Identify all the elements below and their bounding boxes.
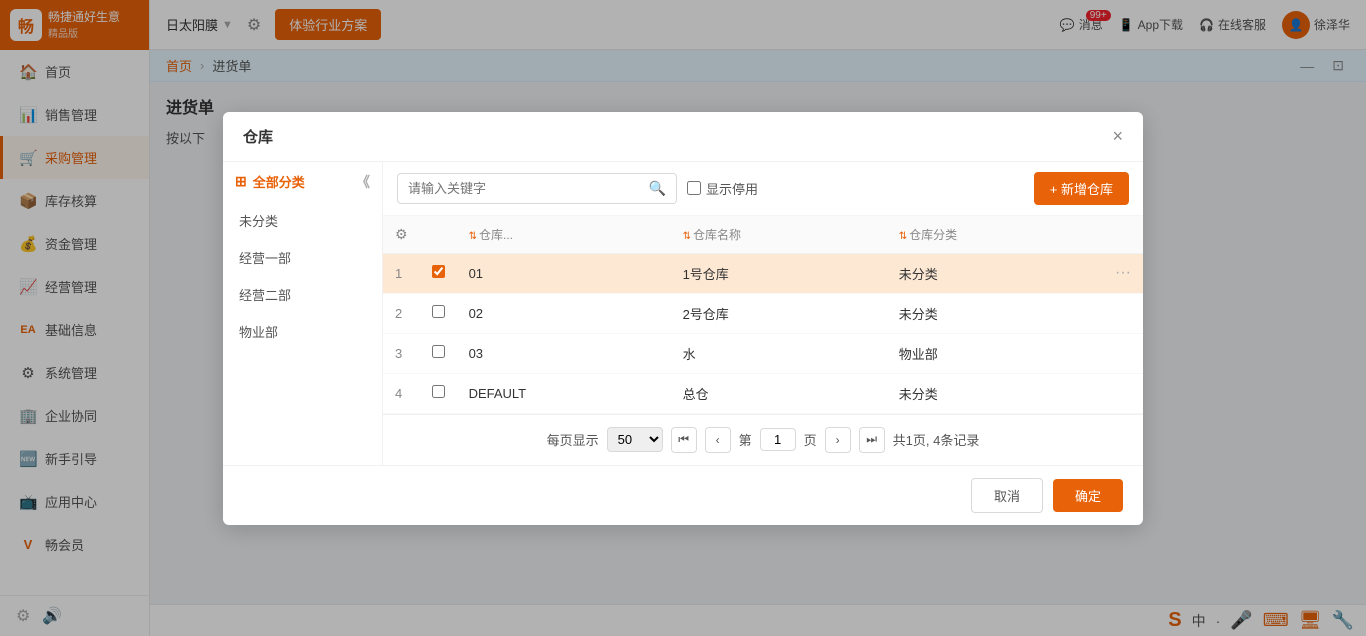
row-category: 未分类 [887,293,1103,333]
per-page-label: 每页显示 [547,430,599,449]
last-page-button[interactable]: ⏭ [859,427,885,453]
category-header-label: 全部分类 [253,172,305,191]
sort-icon-code: ⇅ [469,231,477,242]
th-category[interactable]: ⇅仓库分类 [887,216,1103,254]
row-number: 4 [383,373,420,413]
row-checkbox[interactable] [432,385,445,398]
show-disabled-checkbox[interactable] [687,181,701,195]
table-settings-icon: ⚙ [395,226,408,242]
table-body: 1 01 1号仓库 未分类 ··· 2 02 2号仓库 未分类 3 03 水 物… [383,253,1143,413]
row-code: 02 [457,293,671,333]
total-info: 共1页, 4条记录 [893,430,980,449]
row-category: 未分类 [887,373,1103,413]
modal-overlay: 仓库 × ⊞ 全部分类 《 未分类 经营一部 经营二部 物业部 [0,0,1366,636]
th-gear[interactable]: ⚙ [383,216,420,254]
row-category: 物业部 [887,333,1103,373]
table-wrap: ⚙ ⇅仓库... ⇅仓库名称 ⇅仓库分类 1 01 1号仓库 未分 [383,216,1143,414]
search-box: 🔍 [397,173,677,204]
prev-page-button[interactable]: ‹ [705,427,731,453]
table-header-row: ⚙ ⇅仓库... ⇅仓库名称 ⇅仓库分类 [383,216,1143,254]
dialog-body: ⊞ 全部分类 《 未分类 经营一部 经营二部 物业部 🔍 [223,162,1143,465]
table-row[interactable]: 4 DEFAULT 总仓 未分类 [383,373,1143,413]
category-item-dept1[interactable]: 经营一部 [223,239,382,276]
row-more[interactable]: ··· [1103,253,1143,293]
dialog-footer: 取消 确定 [223,465,1143,525]
content-toolbar: 🔍 显示停用 + 新增仓库 [383,162,1143,216]
row-checkbox-cell[interactable] [420,253,457,293]
table-row[interactable]: 3 03 水 物业部 [383,333,1143,373]
collapse-icon[interactable]: 《 [356,172,370,192]
row-more[interactable] [1103,373,1143,413]
page-label: 第 [739,430,752,449]
next-page-button[interactable]: › [825,427,851,453]
cancel-button[interactable]: 取消 [971,478,1043,513]
row-checkbox[interactable] [432,305,445,318]
dialog-title: 仓库 [243,126,273,147]
page-unit: 页 [804,430,817,449]
dialog-header: 仓库 × [223,112,1143,162]
th-actions [1103,216,1143,254]
row-name: 1号仓库 [671,253,887,293]
show-disabled-text: 显示停用 [706,179,758,198]
category-panel: ⊞ 全部分类 《 未分类 经营一部 经营二部 物业部 [223,162,383,465]
table-row[interactable]: 2 02 2号仓库 未分类 [383,293,1143,333]
add-warehouse-button[interactable]: + 新增仓库 [1034,172,1129,205]
search-input[interactable] [398,175,639,202]
th-checkbox [420,216,457,254]
dialog-close-button[interactable]: × [1112,126,1123,147]
pagination: 每页显示 50 10 20 100 ⏮ ‹ 第 页 › ⏭ 共1页, 4条记录 [383,414,1143,465]
row-checkbox-cell[interactable] [420,333,457,373]
th-code[interactable]: ⇅仓库... [457,216,671,254]
category-header[interactable]: ⊞ 全部分类 《 [223,162,382,202]
first-page-button[interactable]: ⏮ [671,427,697,453]
row-name: 2号仓库 [671,293,887,333]
row-checkbox[interactable] [432,345,445,358]
category-item-unclassified[interactable]: 未分类 [223,202,382,239]
row-more[interactable] [1103,293,1143,333]
search-button[interactable]: 🔍 [639,174,676,203]
row-checkbox[interactable] [432,265,445,278]
warehouse-table: ⚙ ⇅仓库... ⇅仓库名称 ⇅仓库分类 1 01 1号仓库 未分 [383,216,1143,414]
th-name[interactable]: ⇅仓库名称 [671,216,887,254]
more-icon[interactable]: ··· [1115,264,1131,281]
warehouse-dialog: 仓库 × ⊞ 全部分类 《 未分类 经营一部 经营二部 物业部 [223,112,1143,525]
sort-icon-name: ⇅ [683,231,691,242]
row-name: 总仓 [671,373,887,413]
category-item-dept2[interactable]: 经营二部 [223,276,382,313]
content-panel: 🔍 显示停用 + 新增仓库 ⚙ [383,162,1143,465]
sort-icon-category: ⇅ [899,231,907,242]
row-category: 未分类 [887,253,1103,293]
category-grid-icon: ⊞ [235,173,247,190]
row-number: 2 [383,293,420,333]
row-code: 01 [457,253,671,293]
row-code: DEFAULT [457,373,671,413]
page-input[interactable] [760,428,796,451]
row-name: 水 [671,333,887,373]
per-page-select[interactable]: 50 10 20 100 [607,427,663,452]
row-checkbox-cell[interactable] [420,293,457,333]
row-code: 03 [457,333,671,373]
row-number: 3 [383,333,420,373]
row-number: 1 [383,253,420,293]
table-row[interactable]: 1 01 1号仓库 未分类 ··· [383,253,1143,293]
row-checkbox-cell[interactable] [420,373,457,413]
category-item-property[interactable]: 物业部 [223,313,382,350]
show-disabled-label[interactable]: 显示停用 [687,179,758,198]
row-more[interactable] [1103,333,1143,373]
confirm-button[interactable]: 确定 [1053,479,1123,512]
